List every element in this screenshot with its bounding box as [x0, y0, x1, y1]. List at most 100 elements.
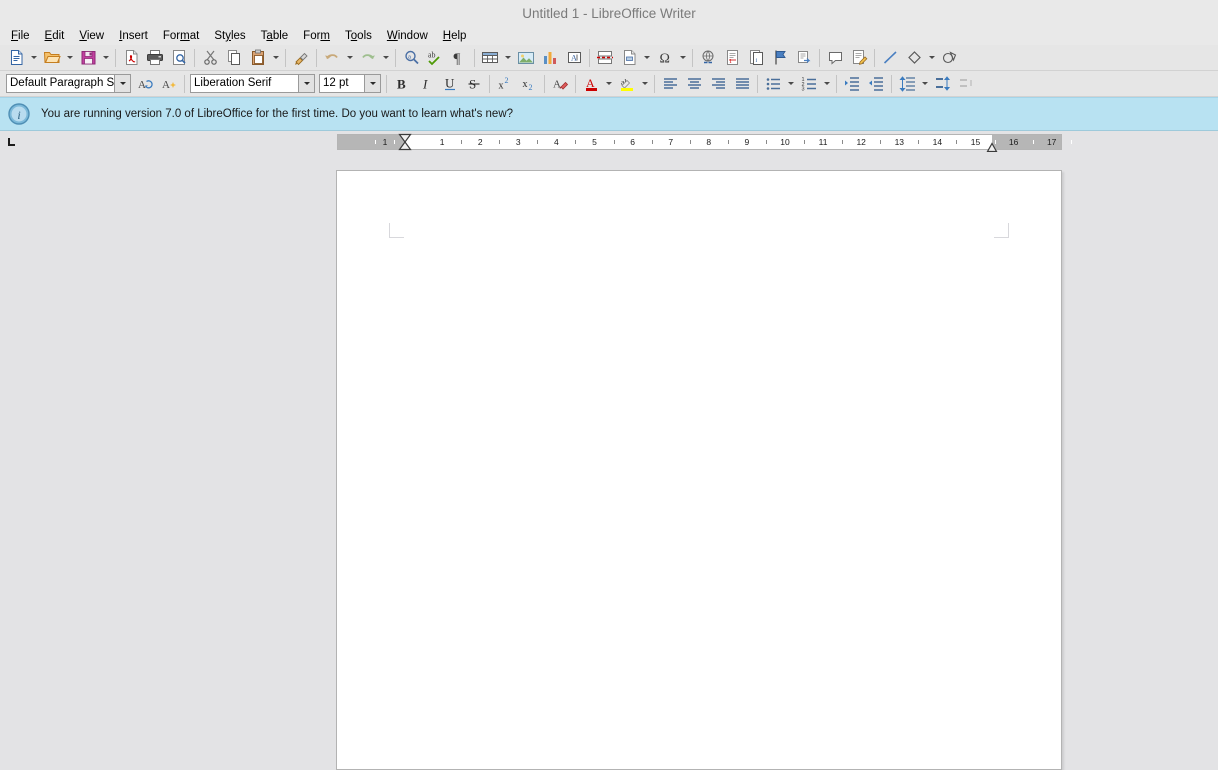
insert-hyperlink-icon[interactable]	[697, 47, 719, 69]
find-replace-icon[interactable]: a	[400, 47, 422, 69]
svg-text:Ω: Ω	[659, 52, 669, 67]
increase-paragraph-spacing-button[interactable]	[932, 73, 954, 95]
page-break-icon[interactable]	[594, 47, 616, 69]
insert-endnote-icon[interactable]: i	[745, 47, 767, 69]
cut-icon[interactable]	[199, 47, 221, 69]
line-spacing-dropdown[interactable]	[919, 73, 930, 95]
font-name-combo[interactable]: Liberation Serif	[190, 74, 315, 93]
insert-table-icon[interactable]	[479, 47, 501, 69]
hourglass-indent-marker[interactable]	[398, 133, 412, 153]
insert-bookmark-icon[interactable]	[769, 47, 791, 69]
ordered-list-button[interactable]: 1 2 3	[798, 73, 820, 95]
ruler-number: 7	[668, 137, 674, 147]
new-document-icon[interactable]	[5, 47, 27, 69]
insert-footnote-icon[interactable]: 1	[721, 47, 743, 69]
menu-table[interactable]: Table	[254, 29, 296, 43]
insert-field-icon[interactable]	[618, 47, 640, 69]
copy-icon[interactable]	[223, 47, 245, 69]
superscript-button[interactable]: x 2	[494, 73, 516, 95]
cross-reference-icon[interactable]	[793, 47, 815, 69]
insert-image-icon[interactable]	[515, 47, 537, 69]
special-character-dropdown[interactable]	[677, 47, 688, 69]
insert-comment-icon[interactable]	[824, 47, 846, 69]
font-color-dropdown[interactable]	[603, 73, 614, 95]
insert-chart-icon[interactable]	[539, 47, 561, 69]
menu-view[interactable]: View	[72, 29, 111, 43]
paragraph-style-combo[interactable]: Default Paragraph Sty	[6, 74, 131, 93]
open-document-icon[interactable]	[41, 47, 63, 69]
font-size-dropdown-arrow[interactable]	[364, 75, 380, 92]
font-color-button[interactable]: A	[580, 73, 602, 95]
align-left-button[interactable]	[659, 73, 681, 95]
insert-table-dropdown[interactable]	[502, 47, 513, 69]
paste-icon[interactable]	[247, 47, 269, 69]
basic-shapes-icon[interactable]	[903, 47, 925, 69]
line-spacing-button[interactable]	[896, 73, 918, 95]
svg-text:3: 3	[801, 87, 804, 93]
special-character-icon[interactable]: Ω	[654, 47, 676, 69]
print-preview-icon[interactable]	[168, 47, 190, 69]
infobar-message: You are running version 7.0 of LibreOffi…	[41, 108, 514, 120]
unordered-list-button[interactable]	[762, 73, 784, 95]
redo-icon[interactable]	[357, 47, 379, 69]
insert-line-icon[interactable]	[879, 47, 901, 69]
new-document-dropdown[interactable]	[28, 47, 39, 69]
paragraph-style-dropdown-arrow[interactable]	[114, 75, 130, 92]
svg-text:a: a	[408, 55, 412, 61]
new-style-icon[interactable]: A	[158, 73, 180, 95]
menu-insert[interactable]: Insert	[112, 29, 155, 43]
undo-icon[interactable]	[321, 47, 343, 69]
align-right-button[interactable]	[707, 73, 729, 95]
show-draw-functions-icon[interactable]	[939, 47, 961, 69]
document-workspace[interactable]	[0, 152, 1218, 770]
decrease-indent-button[interactable]	[865, 73, 887, 95]
font-size-combo[interactable]: 12 pt	[319, 74, 381, 93]
formatting-marks-icon[interactable]: ¶	[448, 47, 470, 69]
menu-file[interactable]: File	[4, 29, 37, 43]
ruler-tick	[537, 140, 539, 144]
subscript-button[interactable]: x 2	[518, 73, 540, 95]
font-name-dropdown-arrow[interactable]	[298, 75, 314, 92]
justify-button[interactable]	[731, 73, 753, 95]
ordered-list-dropdown[interactable]	[821, 73, 832, 95]
track-changes-icon[interactable]	[848, 47, 870, 69]
clear-formatting-button[interactable]: A	[549, 73, 571, 95]
italic-button[interactable]: I	[415, 73, 437, 95]
menu-styles[interactable]: Styles	[207, 29, 252, 43]
menu-edit[interactable]: Edit	[38, 29, 72, 43]
highlight-color-dropdown[interactable]	[639, 73, 650, 95]
unordered-list-dropdown[interactable]	[785, 73, 796, 95]
export-pdf-icon[interactable]	[120, 47, 142, 69]
undo-dropdown[interactable]	[344, 47, 355, 69]
paste-dropdown[interactable]	[270, 47, 281, 69]
align-center-button[interactable]	[683, 73, 705, 95]
spelling-icon[interactable]: ab	[424, 47, 446, 69]
menu-tools[interactable]: Tools	[338, 29, 379, 43]
left-tab-stop-icon[interactable]	[2, 133, 22, 151]
save-document-icon[interactable]	[77, 47, 99, 69]
print-icon[interactable]	[144, 47, 166, 69]
bold-button[interactable]: B	[391, 73, 413, 95]
clone-formatting-icon[interactable]	[290, 47, 312, 69]
ruler-number: 15	[970, 137, 981, 147]
open-document-dropdown[interactable]	[64, 47, 75, 69]
underline-button[interactable]: U	[439, 73, 461, 95]
toolbar-separator	[395, 48, 396, 67]
highlight-color-button[interactable]: ab	[616, 73, 638, 95]
insert-field-dropdown[interactable]	[641, 47, 652, 69]
menu-form[interactable]: Form	[296, 29, 337, 43]
increase-indent-button[interactable]	[841, 73, 863, 95]
document-page[interactable]	[336, 170, 1062, 770]
ruler-row: 1 1 2 3 4 5 6 7 8 9 10 11 12 13 14 15 16 17	[0, 131, 1218, 160]
strikethrough-button[interactable]: S	[463, 73, 485, 95]
menu-window[interactable]: Window	[380, 29, 435, 43]
menu-help[interactable]: Help	[436, 29, 474, 43]
insert-text-box-icon[interactable]: A	[563, 47, 585, 69]
basic-shapes-dropdown[interactable]	[926, 47, 937, 69]
menu-format[interactable]: Format	[156, 29, 206, 43]
svg-text:x: x	[498, 81, 503, 92]
save-document-dropdown[interactable]	[100, 47, 111, 69]
update-style-icon[interactable]: A	[134, 73, 156, 95]
toolbar-separator	[184, 74, 185, 93]
redo-dropdown[interactable]	[380, 47, 391, 69]
